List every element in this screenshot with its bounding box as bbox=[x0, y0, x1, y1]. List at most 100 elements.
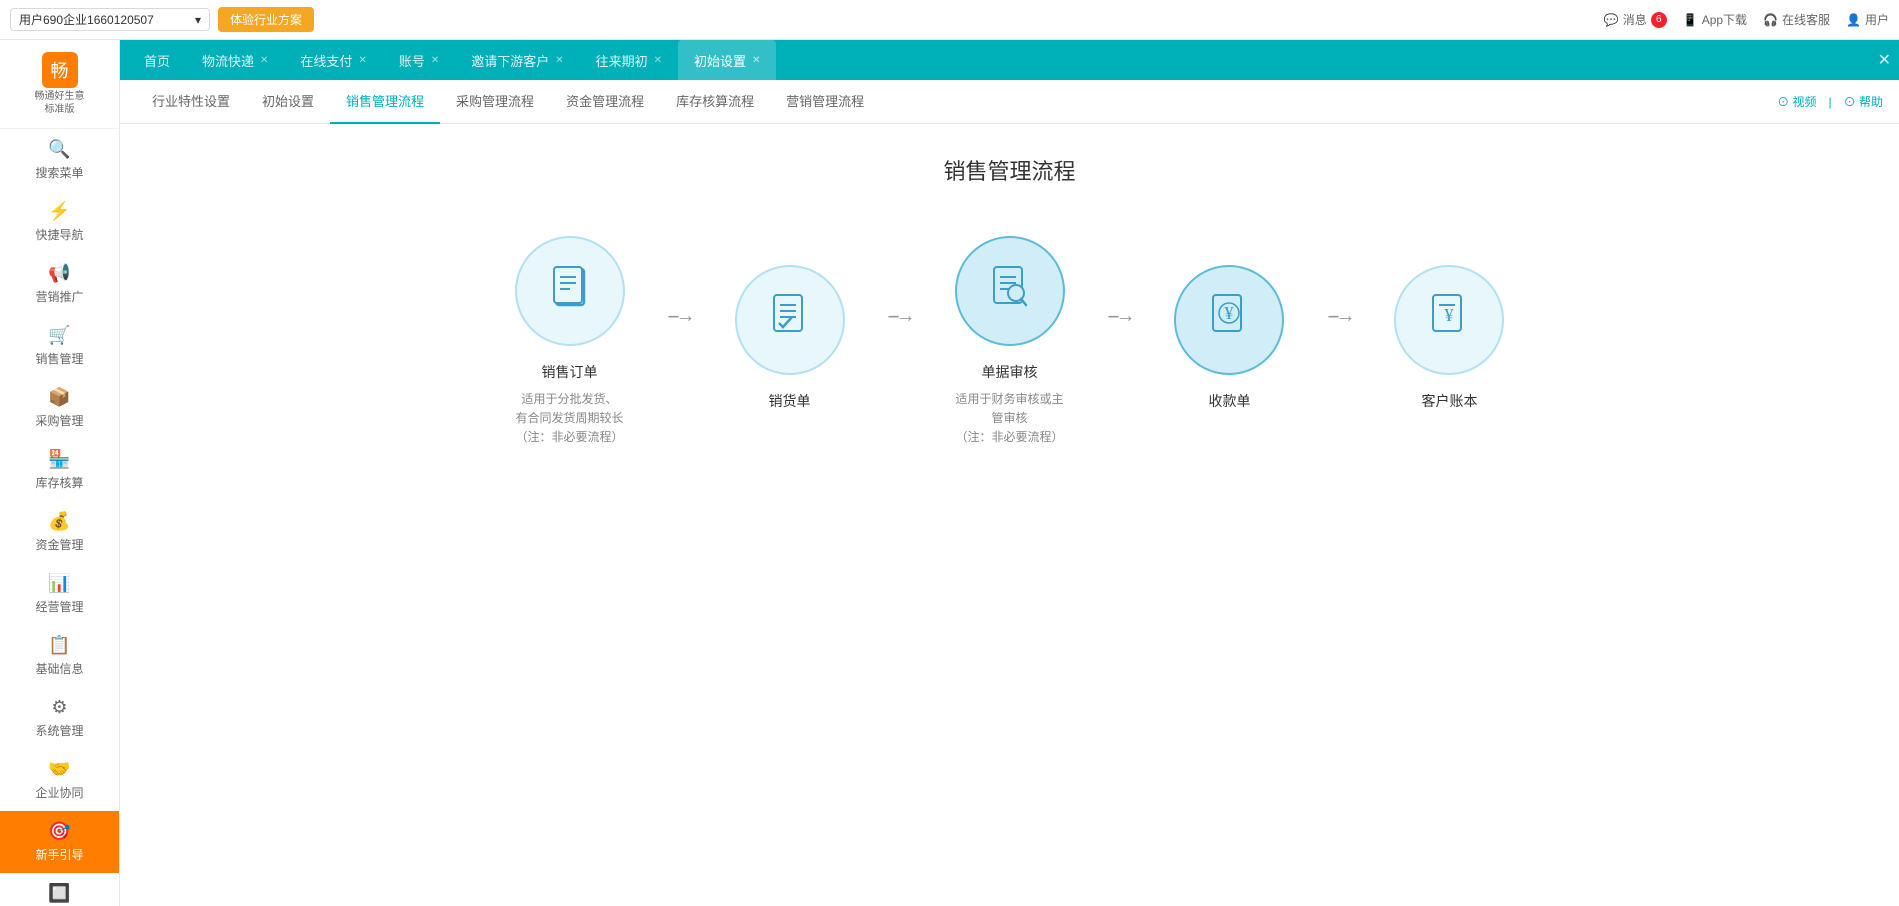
finance-icon: 💰 bbox=[48, 511, 70, 532]
flow-circle-1 bbox=[515, 236, 625, 346]
review-icon bbox=[986, 263, 1034, 320]
nav-tabs-close-icon[interactable]: ✕ bbox=[1878, 50, 1891, 70]
sidebar-item-quicknav[interactable]: ⚡ 快捷导航 bbox=[0, 191, 119, 253]
step1-desc: 适用于分批发货、有合同发货周期较长（注：非必要流程） bbox=[516, 390, 624, 448]
step5-title: 客户账本 bbox=[1421, 391, 1477, 411]
sidebar-item-sales[interactable]: 🛒 销售管理 bbox=[0, 315, 119, 377]
subnav-industry-label: 行业特性设置 bbox=[152, 91, 230, 110]
tab-logistics[interactable]: 物流快递 ✕ bbox=[186, 40, 284, 80]
tab-payment[interactable]: 在线支付 ✕ bbox=[284, 40, 382, 80]
subnav-initial-label: 初始设置 bbox=[262, 91, 314, 110]
subnav-industry[interactable]: 行业特性设置 bbox=[136, 80, 246, 124]
subnav-inventory-flow[interactable]: 库存核算流程 bbox=[660, 80, 770, 124]
online-service-item[interactable]: 🎧 在线客服 bbox=[1763, 11, 1830, 28]
tab-payment-close[interactable]: ✕ bbox=[358, 55, 366, 66]
tab-initial-period-close[interactable]: ✕ bbox=[654, 55, 662, 66]
video-link[interactable]: ⊙ 视频 bbox=[1777, 93, 1816, 110]
tab-home[interactable]: 首页 bbox=[128, 40, 186, 80]
system-icon: ⚙ bbox=[51, 697, 67, 718]
sub-nav: 行业特性设置 初始设置 销售管理流程 采购管理流程 资金管理流程 库存核算流程 … bbox=[120, 80, 1899, 124]
flow-step-2[interactable]: 销货单 bbox=[700, 265, 880, 419]
step4-title: 收款单 bbox=[1208, 391, 1250, 411]
arrow-2: ---→ bbox=[888, 305, 912, 378]
help-link[interactable]: ⊙ 帮助 bbox=[1844, 93, 1883, 110]
sidebar-item-label: 经营管理 bbox=[35, 598, 83, 615]
subnav-purchase-flow-label: 采购管理流程 bbox=[456, 91, 534, 110]
online-service-label: 在线客服 bbox=[1782, 11, 1830, 28]
flow-step-3[interactable]: 单据审核 适用于财务审核或主管审核（注：非必要流程） bbox=[920, 236, 1100, 448]
flow-step-4[interactable]: ¥ 收款单 bbox=[1139, 265, 1319, 419]
top-bar: 用户690企业1660120507 ▾ 体验行业方案 💬 消息 6 📱 App下… bbox=[0, 0, 1899, 40]
tab-initial-setup[interactable]: 初始设置 ✕ bbox=[678, 40, 776, 80]
guide-icon: 🎯 bbox=[48, 821, 70, 842]
tab-account[interactable]: 账号 ✕ bbox=[383, 40, 455, 80]
subnav-marketing-flow[interactable]: 营销管理流程 bbox=[770, 80, 880, 124]
sidebar-item-basicinfo[interactable]: 📋 基础信息 bbox=[0, 625, 119, 687]
step1-title: 销售订单 bbox=[542, 362, 598, 382]
arrow-3: ---→ bbox=[1108, 305, 1132, 378]
sidebar-item-purchase[interactable]: 📦 采购管理 bbox=[0, 377, 119, 439]
tab-initial-setup-close[interactable]: ✕ bbox=[752, 55, 760, 66]
tab-invite[interactable]: 邀请下游客户 ✕ bbox=[455, 40, 579, 80]
tab-logistics-label: 物流快递 bbox=[202, 51, 254, 70]
tab-payment-label: 在线支付 bbox=[300, 51, 352, 70]
nav-tabs: 首页 物流快递 ✕ 在线支付 ✕ 账号 ✕ 邀请下游客户 ✕ 往来期初 ✕ bbox=[120, 40, 1899, 80]
receipt-icon: ¥ bbox=[1205, 291, 1253, 348]
svg-text:¥: ¥ bbox=[1445, 305, 1454, 325]
sidebar-item-label: 库存核算 bbox=[35, 474, 83, 491]
arrow-4: ---→ bbox=[1327, 305, 1351, 378]
subnav-purchase-flow[interactable]: 采购管理流程 bbox=[440, 80, 550, 124]
sidebar-item-label: 快捷导航 bbox=[35, 226, 83, 243]
user-selector[interactable]: 用户690企业1660120507 ▾ bbox=[10, 8, 210, 31]
sidebar-item-system[interactable]: ⚙ 系统管理 bbox=[0, 687, 119, 749]
tab-initial-setup-label: 初始设置 bbox=[694, 51, 746, 70]
sidebar-logo: 畅 畅通好生意标准版 bbox=[0, 40, 119, 129]
sidebar-item-label: 营销推广 bbox=[35, 288, 83, 305]
tab-invite-close[interactable]: ✕ bbox=[555, 55, 563, 66]
sidebar: 畅 畅通好生意标准版 🔍 搜索菜单 ⚡ 快捷导航 📢 营销推广 🛒 bbox=[0, 40, 120, 906]
flow-step-5[interactable]: ¥ 客户账本 bbox=[1359, 265, 1539, 419]
sidebar-item-operation[interactable]: 📊 经营管理 bbox=[0, 563, 119, 625]
message-item[interactable]: 💬 消息 6 bbox=[1604, 11, 1667, 28]
message-badge: 6 bbox=[1651, 12, 1667, 28]
sidebar-item-guide[interactable]: 🎯 新手引导 bbox=[0, 811, 119, 873]
sidebar-item-search[interactable]: 🔍 搜索菜单 bbox=[0, 129, 119, 191]
subnav-finance-flow[interactable]: 资金管理流程 bbox=[550, 80, 660, 124]
step3-title: 单据审核 bbox=[982, 362, 1038, 382]
sidebar-item-marketing[interactable]: 📢 营销推广 bbox=[0, 253, 119, 315]
top-bar-left: 用户690企业1660120507 ▾ 体验行业方案 bbox=[10, 7, 314, 32]
sidebar-item-collab[interactable]: 🤝 企业协同 bbox=[0, 749, 119, 811]
tab-account-close[interactable]: ✕ bbox=[431, 55, 439, 66]
collab-icon: 🤝 bbox=[48, 759, 70, 780]
subnav-initial[interactable]: 初始设置 bbox=[246, 80, 330, 124]
tab-initial-period[interactable]: 往来期初 ✕ bbox=[580, 40, 678, 80]
main-layout: 畅 畅通好生意标准版 🔍 搜索菜单 ⚡ 快捷导航 📢 营销推广 🛒 bbox=[0, 40, 1899, 906]
step2-title: 销货单 bbox=[769, 391, 811, 411]
search-icon: 🔍 bbox=[48, 139, 70, 160]
user-avatar-item[interactable]: 👤 用户 bbox=[1846, 11, 1889, 28]
message-icon: 💬 bbox=[1604, 13, 1619, 27]
app-download-item[interactable]: 📱 App下载 bbox=[1683, 11, 1747, 28]
user-name-label: 用户 bbox=[1865, 11, 1889, 28]
page-content: 销售管理流程 bbox=[120, 124, 1899, 906]
appcenter-icon: 🔲 bbox=[48, 883, 70, 904]
message-label: 消息 bbox=[1623, 11, 1647, 28]
purchase-icon: 📦 bbox=[48, 387, 70, 408]
sidebar-item-inventory[interactable]: 🏪 库存核算 bbox=[0, 439, 119, 501]
sidebar-item-appcenter[interactable]: 🔲 应用中心 bbox=[0, 873, 119, 906]
flow-circle-5: ¥ bbox=[1394, 265, 1504, 375]
user-label: 用户690企业1660120507 bbox=[19, 11, 154, 28]
sidebar-item-label: 销售管理 bbox=[35, 350, 83, 367]
tab-logistics-close[interactable]: ✕ bbox=[260, 55, 268, 66]
invoice-icon bbox=[766, 291, 814, 348]
sidebar-item-finance[interactable]: 💰 资金管理 bbox=[0, 501, 119, 563]
flow-step-1[interactable]: 销售订单 适用于分批发货、有合同发货周期较长（注：非必要流程） bbox=[480, 236, 660, 448]
operation-icon: 📊 bbox=[48, 573, 70, 594]
download-icon: 📱 bbox=[1683, 13, 1698, 27]
tab-invite-label: 邀请下游客户 bbox=[471, 51, 549, 70]
trial-button[interactable]: 体验行业方案 bbox=[218, 7, 314, 32]
ledger-icon: ¥ bbox=[1425, 291, 1473, 348]
flow-circle-4: ¥ bbox=[1174, 265, 1284, 375]
subnav-sales-flow[interactable]: 销售管理流程 bbox=[330, 80, 440, 124]
logo-text: 畅通好生意标准版 bbox=[35, 90, 85, 116]
